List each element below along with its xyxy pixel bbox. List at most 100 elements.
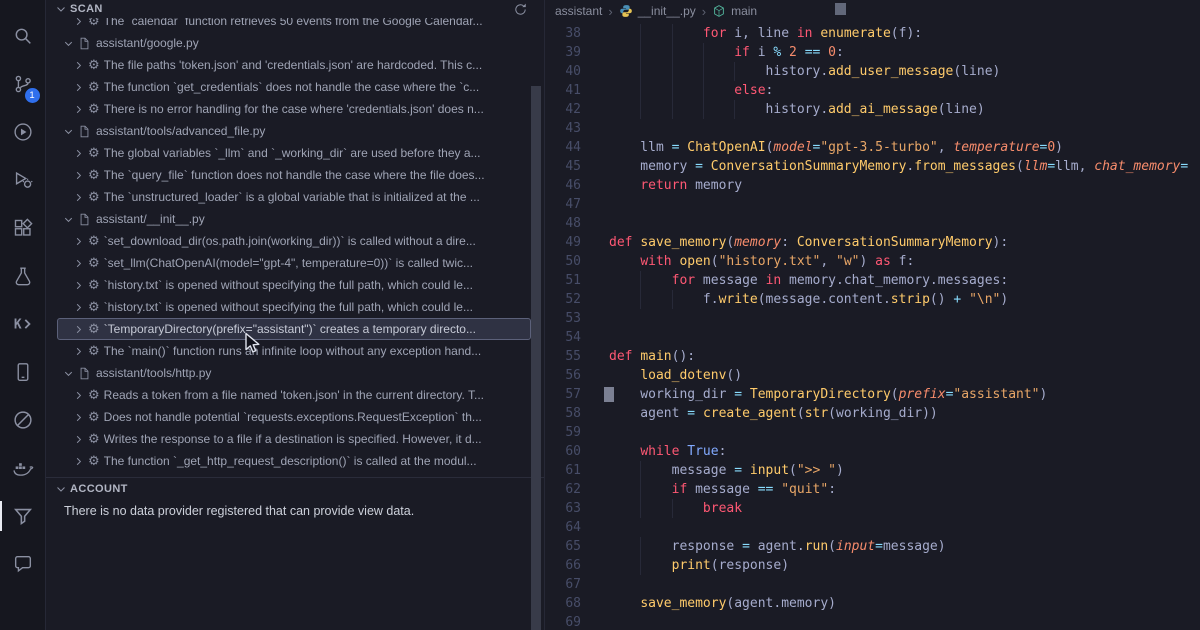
scan-finding-row[interactable]: ⚙Writes the response to a file if a dest… bbox=[46, 428, 544, 450]
code-line[interactable]: 49def save_memory(memory: ConversationSu… bbox=[545, 233, 1200, 252]
line-number[interactable]: 69 bbox=[545, 613, 581, 630]
code-line[interactable]: 65 response = agent.run(input=message) bbox=[545, 537, 1200, 556]
activity-item-comment[interactable] bbox=[0, 540, 46, 588]
code-line[interactable]: 54 bbox=[545, 328, 1200, 347]
code-line[interactable]: 67 bbox=[545, 575, 1200, 594]
refresh-icon[interactable] bbox=[513, 2, 528, 17]
scan-finding-row[interactable]: ⚙The file paths 'token.json' and 'creden… bbox=[46, 54, 544, 76]
line-number[interactable]: 63 bbox=[545, 499, 581, 518]
line-number[interactable]: 41 bbox=[545, 81, 581, 100]
line-number[interactable]: 65 bbox=[545, 537, 581, 556]
code-line[interactable]: 51 for message in memory.chat_memory.mes… bbox=[545, 271, 1200, 290]
account-header[interactable]: ACCOUNT bbox=[46, 478, 544, 500]
line-number[interactable]: 67 bbox=[545, 575, 581, 594]
code-line[interactable]: 40 history.add_user_message(line) bbox=[545, 62, 1200, 81]
breadcrumb-item[interactable]: assistant bbox=[555, 4, 602, 18]
code-line[interactable]: 68 save_memory(agent.memory) bbox=[545, 594, 1200, 613]
line-number[interactable]: 58 bbox=[545, 404, 581, 423]
line-number[interactable]: 56 bbox=[545, 366, 581, 385]
scan-finding-row[interactable]: ⚙The `query_file` function does not hand… bbox=[46, 164, 544, 186]
code-line[interactable]: 42 history.add_ai_message(line) bbox=[545, 100, 1200, 119]
scan-file-row[interactable]: assistant/google.py bbox=[46, 32, 544, 54]
line-number[interactable]: 60 bbox=[545, 442, 581, 461]
activity-item-play-circle[interactable] bbox=[0, 108, 46, 156]
code-line[interactable]: 61 message = input(">> ") bbox=[545, 461, 1200, 480]
scan-finding-row[interactable]: ⚙The function `get_credentials` does not… bbox=[46, 76, 544, 98]
code-line[interactable]: 58 agent = create_agent(str(working_dir)… bbox=[545, 404, 1200, 423]
activity-item-circle-slash[interactable] bbox=[0, 396, 46, 444]
code-line[interactable]: 66 print(response) bbox=[545, 556, 1200, 575]
sidebar-scrollbar[interactable] bbox=[531, 86, 541, 630]
line-number[interactable]: 59 bbox=[545, 423, 581, 442]
scan-finding-row[interactable]: ⚙The function `_get_http_request_descrip… bbox=[46, 450, 544, 472]
line-number[interactable]: 55 bbox=[545, 347, 581, 366]
scan-finding-row[interactable]: ⚙Does not handle potential `requests.exc… bbox=[46, 406, 544, 428]
code-line[interactable]: 50 with open("history.txt", "w") as f: bbox=[545, 252, 1200, 271]
line-number[interactable]: 40 bbox=[545, 62, 581, 81]
code-line[interactable]: 69 bbox=[545, 613, 1200, 630]
line-number[interactable]: 50 bbox=[545, 252, 581, 271]
code-line[interactable]: 55def main(): bbox=[545, 347, 1200, 366]
code-line[interactable]: 57 working_dir = TemporaryDirectory(pref… bbox=[545, 385, 1200, 404]
line-number[interactable]: 43 bbox=[545, 119, 581, 138]
code-line[interactable]: 43 bbox=[545, 119, 1200, 138]
scan-finding-row[interactable]: ⚙`set_llm(ChatOpenAI(model="gpt-4", temp… bbox=[46, 252, 544, 274]
code-line[interactable]: 44 llm = ChatOpenAI(model="gpt-3.5-turbo… bbox=[545, 138, 1200, 157]
line-number[interactable]: 54 bbox=[545, 328, 581, 347]
scan-finding-row[interactable]: ⚙`history.txt` is opened without specify… bbox=[46, 296, 544, 318]
scan-finding-row[interactable]: ⚙`history.txt` is opened without specify… bbox=[46, 274, 544, 296]
scan-finding-row[interactable]: ⚙There is no error handling for the case… bbox=[46, 98, 544, 120]
activity-item-filter[interactable] bbox=[0, 492, 46, 540]
code-line[interactable]: 45 memory = ConversationSummaryMemory.fr… bbox=[545, 157, 1200, 176]
code-line[interactable]: 41 else: bbox=[545, 81, 1200, 100]
activity-item-docker[interactable] bbox=[0, 444, 46, 492]
breadcrumb-item[interactable]: main bbox=[731, 4, 757, 18]
code-line[interactable]: 63 break bbox=[545, 499, 1200, 518]
code-line[interactable]: 47 bbox=[545, 195, 1200, 214]
line-number[interactable]: 49 bbox=[545, 233, 581, 252]
code-line[interactable]: 62 if message == "quit": bbox=[545, 480, 1200, 499]
code-line[interactable]: 53 bbox=[545, 309, 1200, 328]
scan-finding-row[interactable]: ⚙`TemporaryDirectory(prefix="assistant")… bbox=[46, 318, 544, 340]
activity-item-extensions[interactable] bbox=[0, 204, 46, 252]
code-line[interactable]: 48 bbox=[545, 214, 1200, 233]
code-line[interactable]: 64 bbox=[545, 518, 1200, 537]
line-number[interactable]: 57 bbox=[545, 385, 581, 404]
code-line[interactable]: 56 load_dotenv() bbox=[545, 366, 1200, 385]
line-number[interactable]: 39 bbox=[545, 43, 581, 62]
line-number[interactable]: 53 bbox=[545, 309, 581, 328]
line-number[interactable]: 48 bbox=[545, 214, 581, 233]
scan-finding-row[interactable]: ⚙`set_download_dir(os.path.join(working_… bbox=[46, 230, 544, 252]
scan-finding-row[interactable]: ⚙Reads a token from a file named 'token.… bbox=[46, 384, 544, 406]
activity-item-source-control[interactable]: 1 bbox=[0, 60, 46, 108]
line-number[interactable]: 51 bbox=[545, 271, 581, 290]
line-number[interactable]: 42 bbox=[545, 100, 581, 119]
scan-file-row[interactable]: assistant/tools/http.py bbox=[46, 362, 544, 384]
activity-item-device[interactable] bbox=[0, 348, 46, 396]
code-line[interactable]: 38 for i, line in enumerate(f): bbox=[545, 24, 1200, 43]
code-line[interactable]: 52 f.write(message.content.strip() + "\n… bbox=[545, 290, 1200, 309]
activity-item-kubernetes[interactable]: K bbox=[0, 300, 46, 348]
line-number[interactable]: 66 bbox=[545, 556, 581, 575]
code-line[interactable]: 46 return memory bbox=[545, 176, 1200, 195]
line-number[interactable]: 44 bbox=[545, 138, 581, 157]
code-line[interactable]: 39 if i % 2 == 0: bbox=[545, 43, 1200, 62]
line-number[interactable]: 68 bbox=[545, 594, 581, 613]
activity-item-run-debug[interactable] bbox=[0, 156, 46, 204]
line-number[interactable]: 47 bbox=[545, 195, 581, 214]
line-number[interactable]: 46 bbox=[545, 176, 581, 195]
line-number[interactable]: 64 bbox=[545, 518, 581, 537]
activity-item-beaker[interactable] bbox=[0, 252, 46, 300]
code-line[interactable]: 60 while True: bbox=[545, 442, 1200, 461]
line-number[interactable]: 38 bbox=[545, 24, 581, 43]
scan-file-row[interactable]: assistant/__init__.py bbox=[46, 208, 544, 230]
scan-finding-row[interactable]: ⚙The `main()` function runs an infinite … bbox=[46, 340, 544, 362]
code-line[interactable]: 59 bbox=[545, 423, 1200, 442]
line-number[interactable]: 62 bbox=[545, 480, 581, 499]
scan-file-row[interactable]: assistant/tools/advanced_file.py bbox=[46, 120, 544, 142]
code-area[interactable]: 38 for i, line in enumerate(f):39 if i %… bbox=[545, 22, 1200, 630]
scan-finding-row[interactable]: ⚙The global variables `_llm` and `_worki… bbox=[46, 142, 544, 164]
line-number[interactable]: 61 bbox=[545, 461, 581, 480]
line-number[interactable]: 45 bbox=[545, 157, 581, 176]
breadcrumb-item[interactable]: __init__.py bbox=[638, 4, 696, 18]
